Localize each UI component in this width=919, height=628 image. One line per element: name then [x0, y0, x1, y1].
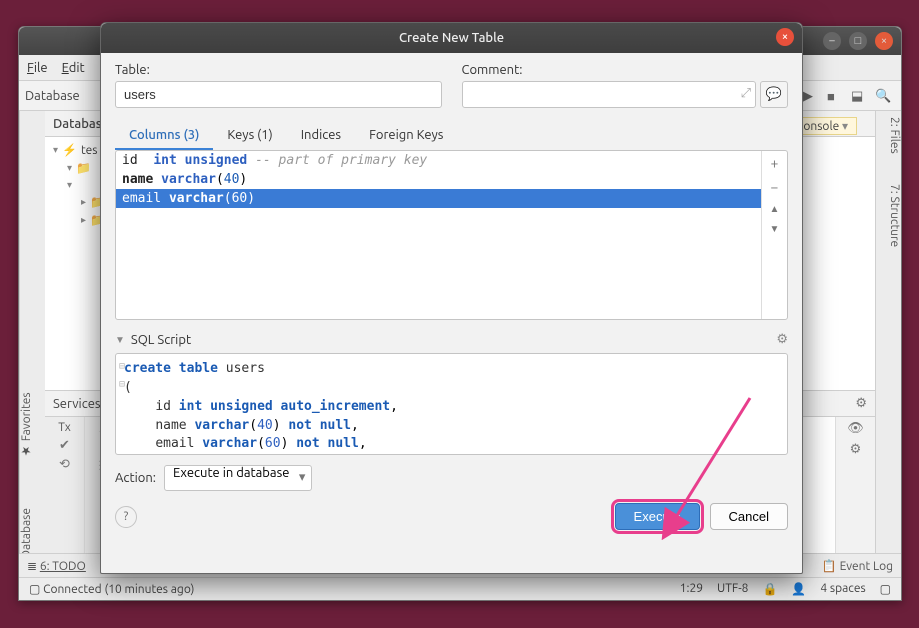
tab-foreign-keys[interactable]: Foreign Keys: [355, 122, 457, 150]
left-rail: 1: Database ★ Favorites: [19, 111, 45, 577]
breadcrumb[interactable]: Database: [25, 89, 80, 103]
move-up-button[interactable]: ▲: [770, 203, 780, 215]
expand-icon[interactable]: ⤢: [741, 86, 751, 101]
rollback-icon[interactable]: ⟲: [59, 457, 70, 472]
right-rail-files[interactable]: 2: Files: [876, 117, 901, 154]
column-row[interactable]: id int unsigned -- part of primary key: [116, 151, 761, 170]
left-rail-favorites[interactable]: ★ Favorites: [20, 392, 45, 458]
tree-root[interactable]: tes: [81, 144, 98, 157]
status-encoding[interactable]: UTF-8: [717, 582, 748, 596]
table-label: Table:: [115, 63, 442, 77]
move-down-button[interactable]: ▼: [770, 223, 780, 235]
dialog-titlebar: Create New Table ×: [101, 23, 802, 53]
columns-side-toolbar: + − ▲ ▼: [761, 151, 787, 319]
maximize-button[interactable]: □: [849, 32, 867, 50]
action-row: Action: Execute in database: [115, 465, 788, 491]
cancel-button[interactable]: Cancel: [710, 503, 788, 530]
close-window-button[interactable]: ×: [875, 32, 893, 50]
sql-script-header[interactable]: ▼ SQL Script ⚙: [115, 332, 788, 347]
toolbar-run-icon[interactable]: ▶: [803, 89, 817, 103]
eye-icon[interactable]: 👁: [847, 421, 864, 436]
toolbar-split-icon[interactable]: ⬓: [851, 89, 865, 103]
statusbar: ▢ Connected (10 minutes ago) 1:29 UTF-8 …: [19, 577, 901, 600]
menu-file[interactable]: FFileile: [27, 61, 48, 75]
action-select[interactable]: Execute in database: [164, 465, 312, 491]
tab-todo[interactable]: ≣ 6: TODO: [27, 559, 86, 573]
tab-indices[interactable]: Indices: [287, 122, 355, 150]
execute-button[interactable]: Execute: [615, 503, 700, 530]
toolbar-stop-icon[interactable]: ■: [827, 89, 841, 103]
status-connected: Connected (10 minutes ago): [43, 583, 194, 596]
status-indent[interactable]: 4 spaces: [820, 582, 865, 596]
column-row[interactable]: name varchar(40): [116, 170, 761, 189]
right-rail-structure[interactable]: 7: Structure: [876, 184, 901, 247]
comment-input[interactable]: ⤢: [462, 81, 757, 108]
column-row-selected[interactable]: email varchar(60): [116, 189, 761, 208]
remove-column-button[interactable]: −: [771, 179, 779, 195]
gear-icon[interactable]: ⚙: [850, 442, 862, 457]
toolbar-search-icon[interactable]: 🔍: [875, 89, 889, 103]
comment-label: Comment:: [462, 63, 789, 77]
dialog-tabs: Columns (3) Keys (1) Indices Foreign Key…: [115, 122, 788, 150]
dialog-title: Create New Table: [399, 31, 504, 45]
tab-keys[interactable]: Keys (1): [213, 122, 286, 150]
tx-label: Tx: [58, 421, 71, 434]
sql-settings-icon[interactable]: ⚙: [776, 332, 788, 347]
services-label: Services: [53, 397, 101, 411]
tab-columns[interactable]: Columns (3): [115, 122, 213, 150]
right-rail: 2: Files 7: Structure: [875, 111, 901, 577]
event-log[interactable]: 📋 Event Log: [822, 559, 893, 573]
collapse-icon[interactable]: ▼: [115, 334, 125, 346]
help-button[interactable]: ?: [115, 506, 137, 528]
add-column-button[interactable]: +: [771, 155, 779, 171]
comment-edit-button[interactable]: 💬: [760, 81, 788, 108]
sql-preview[interactable]: ⊟ ⊟ create table users ( id int unsigned…: [115, 353, 788, 455]
create-table-dialog: Create New Table × Table: Comment: ⤢ 💬 C…: [100, 22, 803, 574]
columns-list: id int unsigned -- part of primary key n…: [115, 150, 788, 320]
minimize-button[interactable]: –: [823, 32, 841, 50]
services-gear-icon[interactable]: ⚙: [855, 396, 867, 411]
table-name-input[interactable]: [115, 81, 442, 108]
menu-edit[interactable]: EEditdit: [62, 61, 85, 75]
action-label: Action:: [115, 471, 156, 485]
status-position: 1:29: [680, 582, 703, 596]
dialog-close-button[interactable]: ×: [776, 28, 794, 46]
commit-icon[interactable]: ✔: [59, 438, 70, 453]
